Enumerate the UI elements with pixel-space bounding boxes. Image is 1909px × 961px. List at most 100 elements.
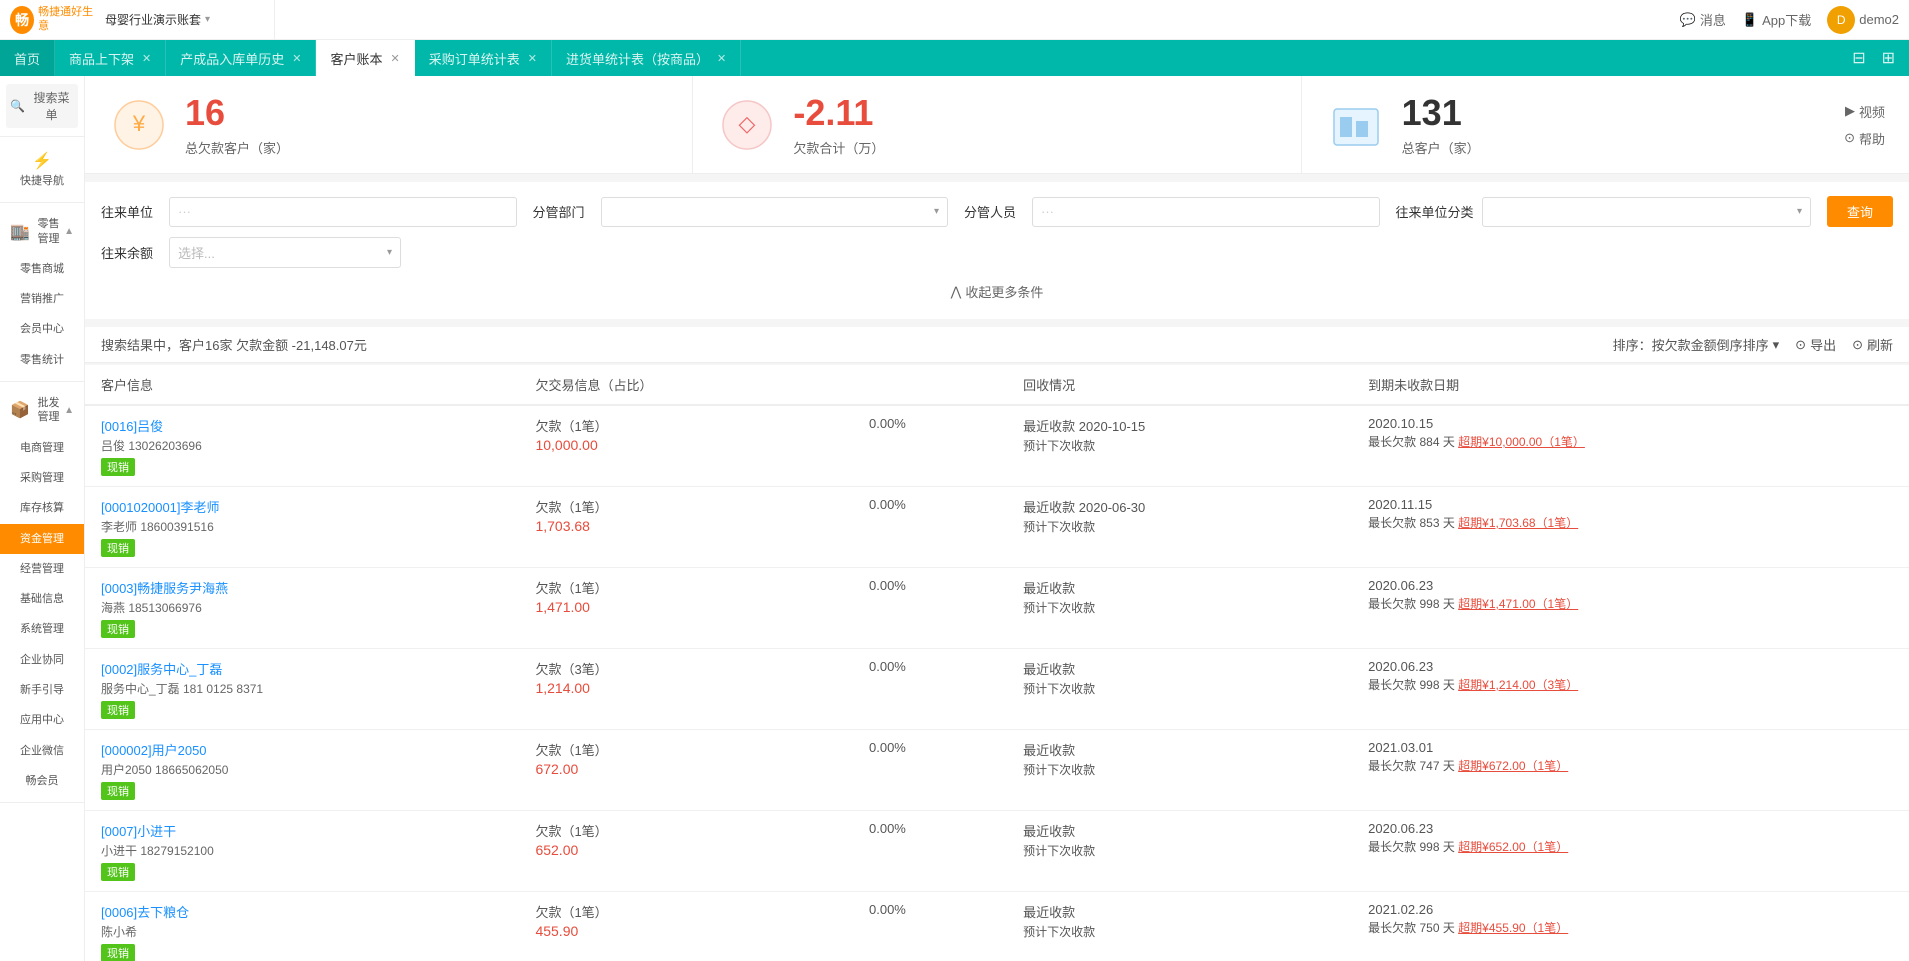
close-icon[interactable]: ✕ [528,52,537,65]
sidebar-item-app-center[interactable]: 应用中心 [0,705,84,735]
cell-debt-info: 欠款（1笔） 1,703.68 [519,487,853,568]
sidebar-item-ecom-mgmt[interactable]: 电商管理 [0,433,84,463]
sidebar-item-member2[interactable]: 畅会员 [0,766,84,796]
store-selector[interactable]: 母婴行业演示账套 ▾ [95,0,275,39]
debt-amount[interactable]: 672.00 [535,761,837,777]
sidebar-item-inventory[interactable]: 库存核算 [0,493,84,523]
results-summary: 搜索结果中，客户16家 欠款金额 -21,148.07元 [101,335,367,354]
overdue-days: 最长欠款 750 天 [1368,921,1458,935]
th-payback: 回收情况 [1007,365,1352,405]
sidebar-item-sys-mgmt[interactable]: 系统管理 [0,614,84,644]
customer-name-link[interactable]: [0007]小进干 [101,821,503,840]
customer-name-link[interactable]: [0002]服务中心_丁磊 [101,659,503,678]
customer-name-link[interactable]: [0016]吕俊 [101,416,503,435]
sidebar-item-member[interactable]: 会员中心 [0,314,84,344]
overdue-info: 最长欠款 750 天 超期¥455.90（1笔） [1368,919,1893,936]
sidebar-item-enterprise[interactable]: 企业协同 [0,645,84,675]
dept-select[interactable]: ▾ [601,197,949,227]
svg-text:¥: ¥ [132,111,146,136]
close-icon[interactable]: ✕ [292,52,301,65]
stat-card-debt: ◇ -2.11 欠款合计（万） [693,76,1301,173]
customer-name-link[interactable]: [0001020001]李老师 [101,497,503,516]
filter-from-unit: 往来单位 ··· [101,197,517,227]
customer-name-link[interactable]: [000002]用户2050 [101,740,503,759]
filter-row-1: 往来单位 ··· 分管部门 ▾ 分管人员 [101,196,1893,227]
debt-amount[interactable]: 652.00 [535,842,837,858]
video-btn[interactable]: ▶ 视频 [1845,102,1885,121]
window-restore-btn[interactable]: ⊟ [1848,46,1869,70]
customer-name-link[interactable]: [0006]去下粮仓 [101,902,503,921]
export-btn[interactable]: ⊙ 导出 [1795,335,1836,354]
search-button[interactable]: 查询 [1827,196,1893,227]
sidebar-item-purchase-mgmt[interactable]: 采购管理 [0,463,84,493]
customer-tag: 现销 [101,782,135,800]
sidebar-item-quick-nav[interactable]: ⚡ 快捷导航 [0,143,84,196]
overdue-amount-link[interactable]: 超期¥10,000.00（1笔） [1458,435,1585,449]
filter-label-person: 分管人员 [964,202,1024,221]
customer-name-link[interactable]: [0003]畅捷服务尹海燕 [101,578,503,597]
debt-percent: 0.00% [869,821,991,836]
app-download-btn[interactable]: 📱 App下载 [1742,10,1811,29]
window-fullscreen-btn[interactable]: ⊞ [1878,46,1899,70]
sidebar-item-finance[interactable]: 资金管理 [0,524,84,554]
overdue-amount-link[interactable]: 超期¥672.00（1笔） [1458,759,1568,773]
cell-debt-percent: 0.00% [853,892,1007,961]
stat-number-debt: -2.11 [793,92,884,134]
payback-next: 预计下次收款 [1023,518,1336,535]
sidebar-item-retail-store[interactable]: 零售商城 [0,254,84,284]
sidebar: 🔍 搜索菜单 ⚡ 快捷导航 🏬 零售管理 ▲ [0,76,85,961]
sidebar-item-marketing[interactable]: 营销推广 [0,284,84,314]
collapse-filter-btn[interactable]: ⋀ 收起更多条件 [101,278,1893,305]
nav-icon: ⚡ [32,151,52,171]
sidebar-item-newbie[interactable]: 新手引导 [0,675,84,705]
from-unit-input[interactable]: ··· [169,197,517,227]
filter-label-balance: 往来余额 [101,243,161,262]
overdue-days: 最长欠款 853 天 [1368,516,1458,530]
customer-stat-icon: ¥ [109,95,169,155]
sidebar-item-batch-mgmt[interactable]: 📦 批发管理 ▲ [0,388,84,433]
cell-debt-info: 欠款（1笔） 652.00 [519,811,853,892]
tab-bar-end: ⊟ ⊞ [1848,46,1909,70]
customer-tag: 现销 [101,620,135,638]
debt-count: 欠款（1笔） [535,740,837,759]
filter-balance: 往来余额 选择... ▾ [101,237,401,268]
sidebar-item-wechat[interactable]: 企业微信 [0,736,84,766]
debt-amount[interactable]: 1,471.00 [535,599,837,615]
overdue-info: 最长欠款 884 天 超期¥10,000.00（1笔） [1368,433,1893,450]
sidebar-item-operation-mgmt[interactable]: 经营管理 [0,554,84,584]
overdue-amount-link[interactable]: 超期¥455.90（1笔） [1458,921,1568,935]
overdue-amount-link[interactable]: 超期¥1,703.68（1笔） [1458,516,1578,530]
tab-customer-account[interactable]: 客户账本 ✕ [316,40,414,76]
sidebar-search-btn[interactable]: 🔍 搜索菜单 [6,84,78,128]
debt-amount[interactable]: 1,214.00 [535,680,837,696]
user-avatar-btn[interactable]: D demo2 [1827,6,1899,34]
person-input[interactable]: ··· [1032,197,1380,227]
sort-selector[interactable]: 排序：按欠款金额倒序排序 ▾ [1613,335,1780,354]
table-row: [0016]吕俊 吕俊 13026203696 现销 欠款（1笔） 10,000… [85,405,1909,487]
debt-amount[interactable]: 10,000.00 [535,437,837,453]
sidebar-item-retail-stat[interactable]: 零售统计 [0,345,84,375]
refresh-btn[interactable]: ⊙ 刷新 [1852,335,1893,354]
sidebar-item-retail-mgmt[interactable]: 🏬 零售管理 ▲ [0,209,84,254]
customer-table: 客户信息 欠交易信息（占比） 回收情况 到期未收款日期 [0016]吕俊 吕俊 … [85,365,1909,961]
tab-home[interactable]: 首页 [0,40,55,76]
tab-product-history[interactable]: 产成品入库单历史 ✕ [166,40,316,76]
debt-amount[interactable]: 1,703.68 [535,518,837,534]
tab-purchase-product-stat[interactable]: 进货单统计表（按商品） ✕ [552,40,741,76]
unit-category-select[interactable]: ▾ [1482,197,1811,227]
stat-label-customers: 总欠款客户（家） [185,138,289,157]
tab-purchase-stat[interactable]: 采购订单统计表 ✕ [415,40,552,76]
close-icon[interactable]: ✕ [717,52,726,65]
overdue-amount-link[interactable]: 超期¥652.00（1笔） [1458,840,1568,854]
balance-select[interactable]: 选择... ▾ [169,237,401,268]
message-btn[interactable]: 💬 消息 [1680,10,1726,29]
sidebar-item-basic-info[interactable]: 基础信息 [0,584,84,614]
overdue-amount-link[interactable]: 超期¥1,214.00（3笔） [1458,678,1578,692]
help-btn[interactable]: ⊙ 帮助 [1844,129,1885,148]
tab-product-shelf[interactable]: 商品上下架 ✕ [55,40,166,76]
top-right-area: 💬 消息 📱 App下载 D demo2 [1680,6,1899,34]
close-icon[interactable]: ✕ [391,52,400,65]
debt-amount[interactable]: 455.90 [535,923,837,939]
close-icon[interactable]: ✕ [142,52,151,65]
overdue-amount-link[interactable]: 超期¥1,471.00（1笔） [1458,597,1578,611]
